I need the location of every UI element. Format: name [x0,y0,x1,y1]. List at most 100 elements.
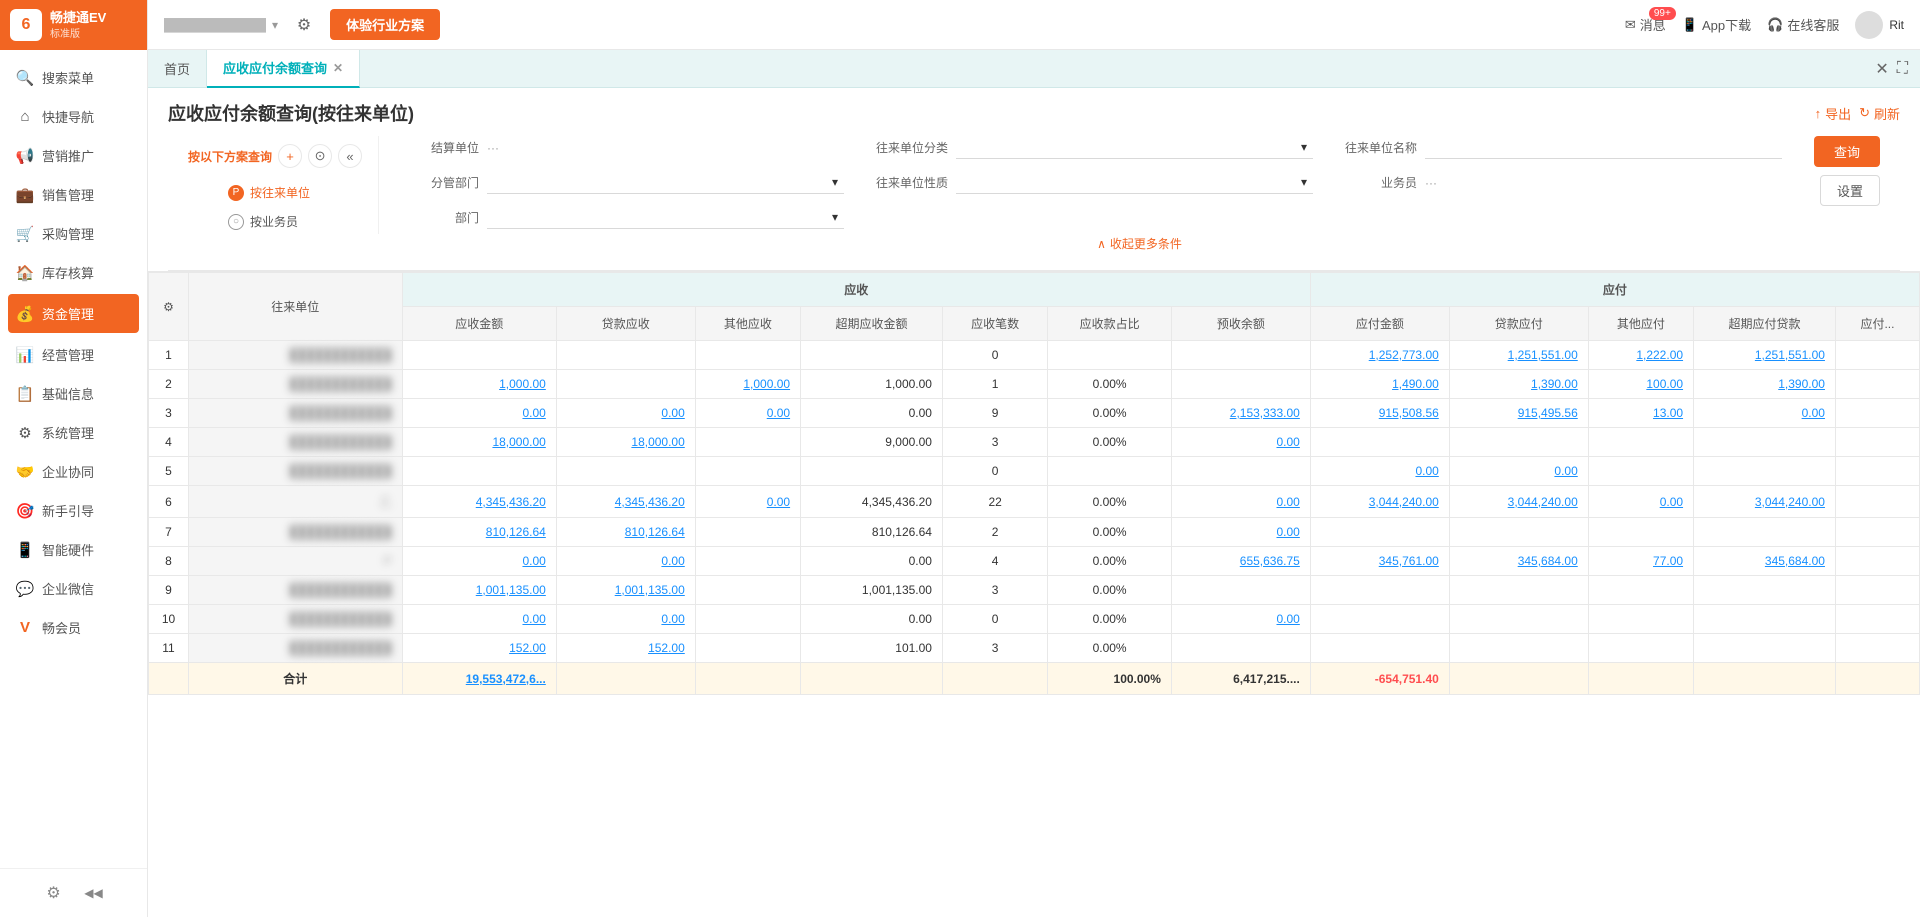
collapse-more-btn[interactable]: ∧ 收起更多条件 [399,229,1880,258]
setting-button[interactable]: 设置 [1820,175,1880,206]
table-cell[interactable]: 655,636.75 [1171,547,1310,576]
tab-home[interactable]: 首页 [148,50,207,88]
table-cell[interactable]: 3,044,240.00 [1449,486,1588,518]
table-cell[interactable]: 1,222.00 [1588,341,1693,370]
table-cell[interactable]: 0.00 [695,486,800,518]
partner-name-input[interactable] [1425,136,1782,159]
sidebar-item-quicknav[interactable]: ⌂ 快捷导航 [0,97,147,136]
table-cell[interactable]: 1,390.00 [1694,370,1836,399]
tab-close-window-btn[interactable]: ✕ [1875,59,1888,79]
table-cell: 2 [942,518,1047,547]
table-cell[interactable]: 0.00 [1588,486,1693,518]
table-cell[interactable]: 1,252,773.00 [1310,341,1449,370]
table-cell[interactable]: 1,001,135.00 [402,576,556,605]
table-cell[interactable]: 1,000.00 [695,370,800,399]
table-cell[interactable]: 1,001,135.00 [556,576,695,605]
table-cell[interactable]: 0.00 [1310,457,1449,486]
sidebar-item-hardware[interactable]: 📱 智能硬件 [0,530,147,569]
table-cell[interactable]: 18,000.00 [556,428,695,457]
sidebar-item-system[interactable]: ⚙ 系统管理 [0,413,147,452]
settlement-dots[interactable]: ··· [487,141,499,155]
table-cell[interactable]: 13.00 [1588,399,1693,428]
table-cell[interactable]: 0.00 [1171,428,1310,457]
table-cell[interactable]: 1,490.00 [1310,370,1449,399]
table-cell[interactable]: 18,000.00 [402,428,556,457]
sidebar-item-inventory[interactable]: 🏠 库存核算 [0,253,147,292]
table-cell[interactable]: 0.00 [556,547,695,576]
partner-category-select[interactable]: ▾ [956,136,1313,159]
sidebar-item-finance[interactable]: 💰 资金管理 [8,294,139,333]
tab-close-icon[interactable]: ✕ [333,61,343,75]
table-cell[interactable]: 915,508.56 [1310,399,1449,428]
table-cell[interactable]: 0.00 [402,605,556,634]
table-cell[interactable]: 0.00 [556,605,695,634]
sidebar-item-purchase[interactable]: 🛒 采购管理 [0,214,147,253]
table-cell[interactable]: 0.00 [1171,605,1310,634]
table-cell[interactable]: 1,000.00 [402,370,556,399]
filter-collapse-btn[interactable]: « [338,144,362,168]
sidebar-item-marketing[interactable]: 📢 营销推广 [0,136,147,175]
sidebar-item-sales[interactable]: 💼 销售管理 [0,175,147,214]
partner-nature-select[interactable]: ▾ [956,171,1313,194]
table-cell[interactable]: 4,345,436.20 [402,486,556,518]
query-button[interactable]: 查询 [1814,136,1880,167]
table-cell[interactable]: 2,153,333.00 [1171,399,1310,428]
dept-select[interactable]: ▾ [487,206,844,229]
filter-settings-btn[interactable]: ⊙ [308,144,332,168]
table-cell[interactable]: 0.00 [695,399,800,428]
sidebar-item-guide[interactable]: 🎯 新手引导 [0,491,147,530]
solution-button[interactable]: 体验行业方案 [330,9,440,40]
table-cell[interactable]: 0.00 [402,547,556,576]
table-cell[interactable]: 345,684.00 [1694,547,1836,576]
table-cell[interactable]: 152.00 [556,634,695,663]
table-settings-icon[interactable]: ⚙ [163,300,174,314]
query-option-salesman[interactable]: ○ 按业务员 [220,209,362,234]
table-cell [1449,518,1588,547]
table-cell[interactable]: 3,044,240.00 [1694,486,1836,518]
table-cell[interactable]: 4,345,436.20 [556,486,695,518]
table-cell[interactable]: 152.00 [402,634,556,663]
refresh-btn[interactable]: ↻ 刷新 [1859,104,1900,123]
gear-btn[interactable]: ⚙ [290,11,318,39]
label-partner-nature: 往来单位性质 [868,174,948,191]
table-cell[interactable]: 77.00 [1588,547,1693,576]
table-cell[interactable]: 0.00 [1694,399,1836,428]
app-download-btn[interactable]: 📱 App下载 [1682,15,1751,34]
sidebar-settings-btn[interactable]: ⚙ [38,877,70,909]
sidebar-item-basic[interactable]: 📋 基础信息 [0,374,147,413]
table-cell[interactable]: 100.00 [1588,370,1693,399]
sidebar-item-operation[interactable]: 📊 经营管理 [0,335,147,374]
sidebar-item-wechat[interactable]: 💬 企业微信 [0,569,147,608]
tab-maximize-btn[interactable]: ⛶ [1897,60,1908,78]
table-cell[interactable]: 0.00 [1449,457,1588,486]
sidebar-item-enterprise[interactable]: 🤝 企业协同 [0,452,147,491]
sidebar-item-member[interactable]: V 畅会员 [0,608,147,647]
export-btn[interactable]: ↑ 导出 [1815,104,1852,123]
table-cell[interactable]: 1,390.00 [1449,370,1588,399]
table-cell[interactable]: 810,126.64 [402,518,556,547]
sidebar-collapse-btn[interactable]: ◀◀ [78,877,110,909]
table-cell[interactable]: 0.00 [402,399,556,428]
table-cell[interactable]: 0.00 [556,399,695,428]
th-settings[interactable]: ⚙ [149,273,189,341]
table-cell[interactable]: 3,044,240.00 [1310,486,1449,518]
table-cell: 0.00 [801,605,943,634]
table-cell[interactable]: 0.00 [1171,518,1310,547]
table-cell[interactable]: 810,126.64 [556,518,695,547]
sub-dept-select[interactable]: ▾ [487,171,844,194]
sidebar-item-search[interactable]: 🔍 搜索菜单 [0,58,147,97]
table-cell[interactable]: 1,251,551.00 [1694,341,1836,370]
total-ar-amount[interactable]: 19,553,472,6... [402,663,556,695]
table-cell[interactable]: 915,495.56 [1449,399,1588,428]
tab-ar-query[interactable]: 应收应付余额查询 ✕ [207,50,360,88]
table-cell[interactable]: 345,684.00 [1449,547,1588,576]
query-option-partner[interactable]: P 按往来单位 [220,180,362,205]
salesman-dots[interactable]: ··· [1425,176,1437,190]
message-btn[interactable]: ✉ 消息 99+ [1625,15,1666,34]
user-menu[interactable]: Rit [1855,11,1904,39]
service-btn[interactable]: 🎧 在线客服 [1767,15,1839,34]
add-filter-btn[interactable]: + [278,144,302,168]
table-cell[interactable]: 1,251,551.00 [1449,341,1588,370]
table-cell[interactable]: 345,761.00 [1310,547,1449,576]
table-cell[interactable]: 0.00 [1171,486,1310,518]
